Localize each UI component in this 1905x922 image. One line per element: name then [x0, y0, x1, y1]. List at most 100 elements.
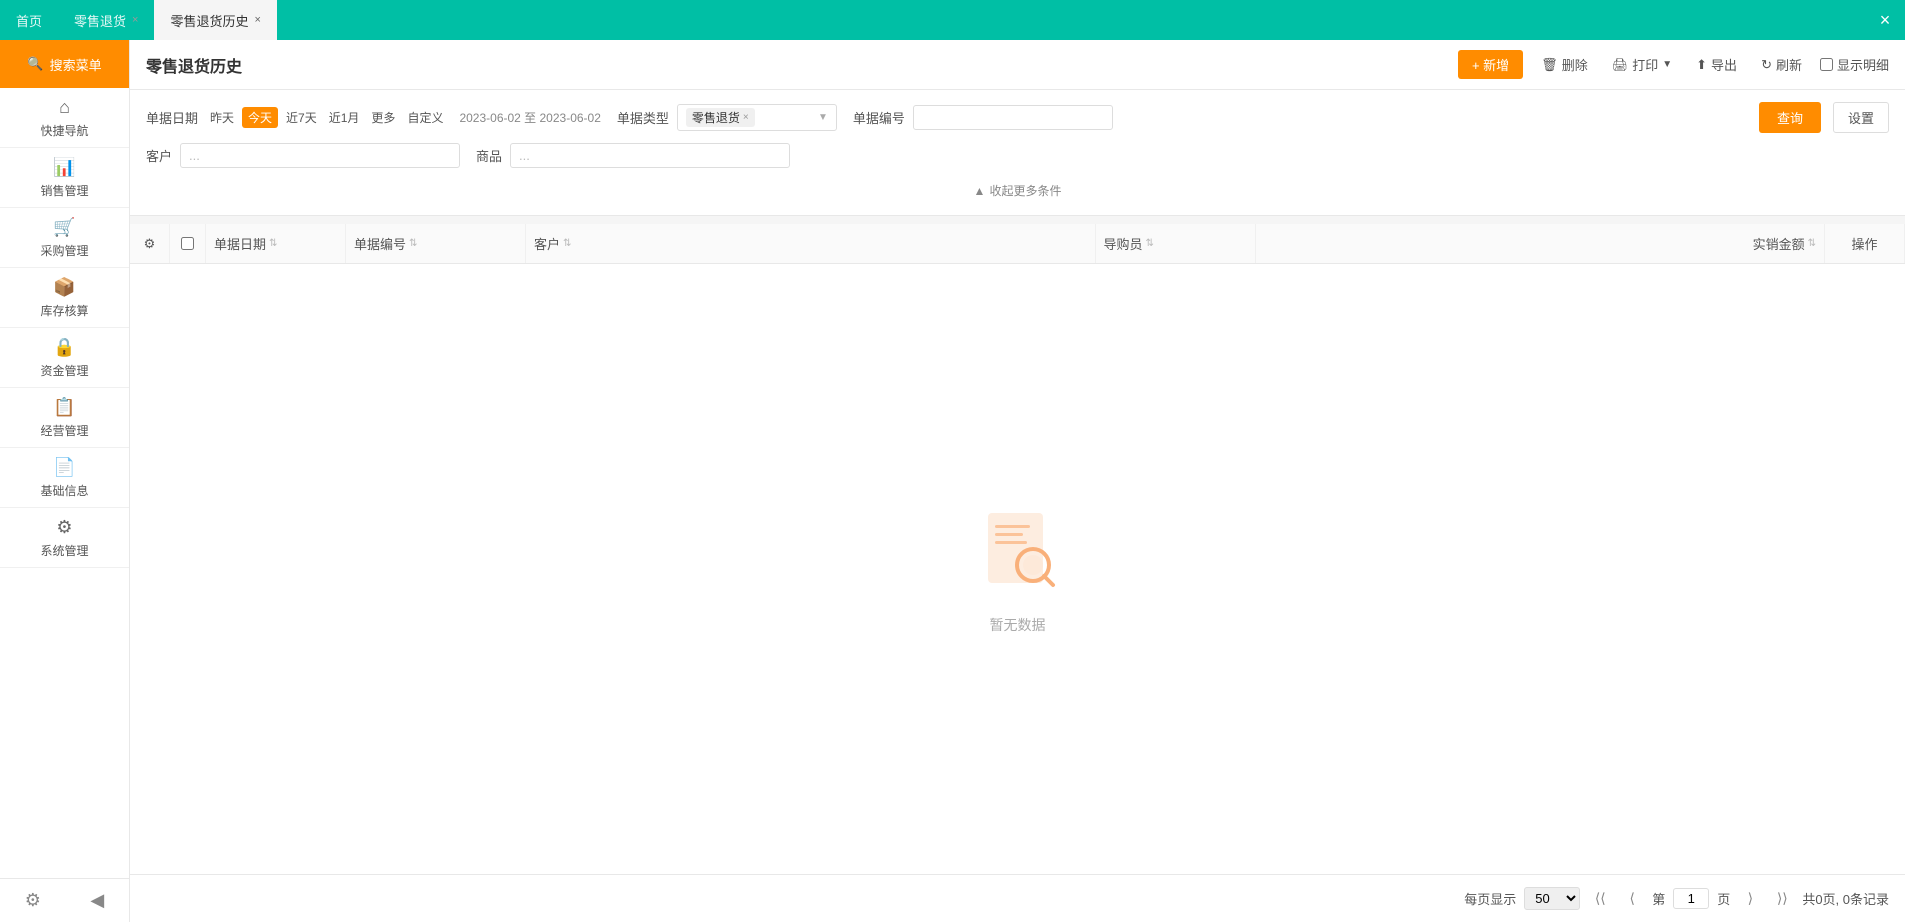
first-page-button[interactable]: ⟨⟨ [1588, 887, 1612, 911]
tab-retail-return-label: 零售退货 [74, 11, 126, 30]
refresh-button[interactable]: ↻ 刷新 [1755, 51, 1808, 78]
next-page-button[interactable]: ⟩ [1738, 887, 1762, 911]
th-customer-sort[interactable]: ⇅ [563, 238, 571, 249]
export-icon: ⬆ [1696, 57, 1707, 73]
sidebar-item-finance[interactable]: 🔒 资金管理 [0, 328, 129, 388]
docno-input[interactable] [913, 105, 1113, 130]
total-info: 共0页, 0条记录 [1802, 889, 1889, 908]
sidebar-item-sales-label: 销售管理 [40, 182, 88, 199]
sidebar-item-inventory[interactable]: 📦 库存核算 [0, 268, 129, 328]
date-filter-label: 单据日期 [146, 108, 198, 127]
th-docno: 单据编号 ⇅ [346, 224, 526, 263]
th-docno-sort[interactable]: ⇅ [409, 238, 417, 249]
customer-filter-label: 客户 [146, 146, 172, 165]
type-select[interactable]: 零售退货 × ▼ [677, 104, 837, 131]
last-page-button[interactable]: ⟩⟩ [1770, 887, 1794, 911]
date-btn-7days[interactable]: 近7天 [282, 107, 321, 128]
th-date-label: 单据日期 [214, 234, 266, 253]
window-close-button[interactable]: × [1865, 0, 1905, 40]
tab-retail-return[interactable]: 零售退货 × [58, 0, 154, 40]
main-layout: 🔍 搜索菜单 ⌂ 快捷导航 📊 销售管理 🛒 采购管理 📦 库存核算 🔒 [0, 40, 1905, 922]
query-button[interactable]: 查询 [1759, 102, 1821, 133]
th-guide-sort[interactable]: ⇅ [1146, 238, 1154, 249]
prev-page-button[interactable]: ⟨ [1620, 887, 1644, 911]
sidebar-item-operations[interactable]: 📋 经营管理 [0, 388, 129, 448]
sidebar-settings-button[interactable]: ⚙ [25, 890, 41, 911]
delete-button[interactable]: 🗑 删除 [1535, 51, 1594, 78]
sidebar-search-button[interactable]: 🔍 搜索菜单 [0, 40, 129, 88]
date-btn-today[interactable]: 今天 [242, 107, 278, 128]
display-toggle[interactable]: 显示明细 [1820, 55, 1889, 74]
goods-input[interactable] [510, 143, 790, 168]
sidebar-item-finance-label: 资金管理 [40, 362, 88, 379]
date-btn-1month[interactable]: 近1月 [325, 107, 364, 128]
tab-retail-return-history-label: 零售退货历史 [170, 11, 248, 30]
collapse-button[interactable]: ▲ 收起更多条件 [962, 178, 1074, 203]
th-amount-sort[interactable]: ⇅ [1808, 238, 1816, 249]
type-tag-value: 零售退货 [692, 109, 740, 126]
cart-icon: 🛒 [53, 217, 75, 238]
type-filter-label: 单据类型 [617, 108, 669, 127]
th-settings[interactable]: ⚙ [130, 224, 170, 263]
type-tag: 零售退货 × [686, 108, 755, 127]
date-btn-custom[interactable]: 自定义 [403, 107, 447, 128]
table-header: ⚙ 单据日期 ⇅ 单据编号 ⇅ 客户 ⇅ 导购员 [130, 224, 1905, 264]
date-btn-more[interactable]: 更多 [367, 107, 399, 128]
th-date-sort[interactable]: ⇅ [269, 238, 277, 249]
page-size-select[interactable]: 50 10 20 100 [1524, 887, 1580, 910]
date-btn-yesterday[interactable]: 昨天 [206, 107, 238, 128]
sidebar-item-quick-nav[interactable]: ⌂ 快捷导航 [0, 88, 129, 148]
table-area: ⚙ 单据日期 ⇅ 单据编号 ⇅ 客户 ⇅ 导购员 [130, 224, 1905, 922]
sidebar-item-operations-label: 经营管理 [40, 422, 88, 439]
select-all-checkbox[interactable] [181, 237, 194, 250]
filter-row-2: 客户 商品 [146, 143, 1889, 168]
add-button[interactable]: + 新增 [1458, 50, 1523, 79]
collapse-label: 收起更多条件 [989, 182, 1061, 199]
sidebar-menu-button[interactable]: ◀ [90, 890, 104, 911]
print-button[interactable]: 🖨 打印 ▼ [1606, 51, 1678, 78]
pagination: 每页显示 50 10 20 100 ⟨⟨ ⟨ 第 页 ⟩ ⟩⟩ 共0页, 0条记… [130, 874, 1905, 922]
type-tag-close[interactable]: × [743, 112, 749, 123]
sidebar-item-quick-nav-label: 快捷导航 [40, 122, 88, 139]
column-settings-icon[interactable]: ⚙ [144, 236, 156, 252]
tab-retail-return-history-close[interactable]: × [254, 14, 260, 26]
th-action-label: 操作 [1851, 234, 1877, 253]
refresh-icon: ↻ [1761, 57, 1772, 73]
sidebar-item-system[interactable]: ⚙ 系统管理 [0, 508, 129, 568]
sidebar: 🔍 搜索菜单 ⌂ 快捷导航 📊 销售管理 🛒 采购管理 📦 库存核算 🔒 [0, 40, 130, 922]
sidebar-search-label: 搜索菜单 [50, 55, 102, 74]
tab-retail-return-close[interactable]: × [132, 14, 138, 26]
sidebar-item-basic-info[interactable]: 📄 基础信息 [0, 448, 129, 508]
docno-filter-label: 单据编号 [853, 108, 905, 127]
th-customer: 客户 ⇅ [526, 224, 1096, 263]
doc-icon: 📄 [53, 457, 75, 478]
tab-home[interactable]: 首页 [0, 0, 58, 40]
th-docno-label: 单据编号 [354, 234, 406, 253]
th-checkbox[interactable] [170, 224, 206, 263]
tab-home-label: 首页 [16, 11, 42, 30]
date-range-display: 2023-06-02 至 2023-06-02 [459, 109, 600, 126]
tab-retail-return-history[interactable]: 零售退货历史 × [154, 0, 276, 40]
page-number-input[interactable] [1673, 888, 1709, 909]
sidebar-item-system-label: 系统管理 [40, 542, 88, 559]
goods-filter: 商品 [476, 143, 790, 168]
filter-row-1: 单据日期 昨天 今天 近7天 近1月 更多 自定义 2023-06-02 至 2… [146, 102, 1889, 133]
empty-illustration [968, 503, 1068, 603]
customer-filter: 客户 [146, 143, 460, 168]
filter-settings-button[interactable]: 设置 [1833, 102, 1889, 133]
th-amount: 实销金额 ⇅ [1256, 224, 1826, 263]
page-size-label: 每页显示 [1464, 889, 1516, 908]
sidebar-item-inventory-label: 库存核算 [40, 302, 88, 319]
page-title: 零售退货历史 [146, 53, 242, 77]
sidebar-item-purchase[interactable]: 🛒 采购管理 [0, 208, 129, 268]
empty-text: 暂无数据 [990, 615, 1046, 635]
customer-input[interactable] [180, 143, 460, 168]
collapse-icon: ▲ [974, 184, 986, 198]
sidebar-item-sales[interactable]: 📊 销售管理 [0, 148, 129, 208]
goods-filter-label: 商品 [476, 146, 502, 165]
display-toggle-checkbox[interactable] [1820, 58, 1833, 71]
export-button[interactable]: ⬆ 导出 [1690, 51, 1743, 78]
delete-icon: 🗑 [1541, 57, 1558, 73]
sidebar-item-purchase-label: 采购管理 [40, 242, 88, 259]
sidebar-nav: ⌂ 快捷导航 📊 销售管理 🛒 采购管理 📦 库存核算 🔒 资金管理 📋 [0, 88, 129, 878]
